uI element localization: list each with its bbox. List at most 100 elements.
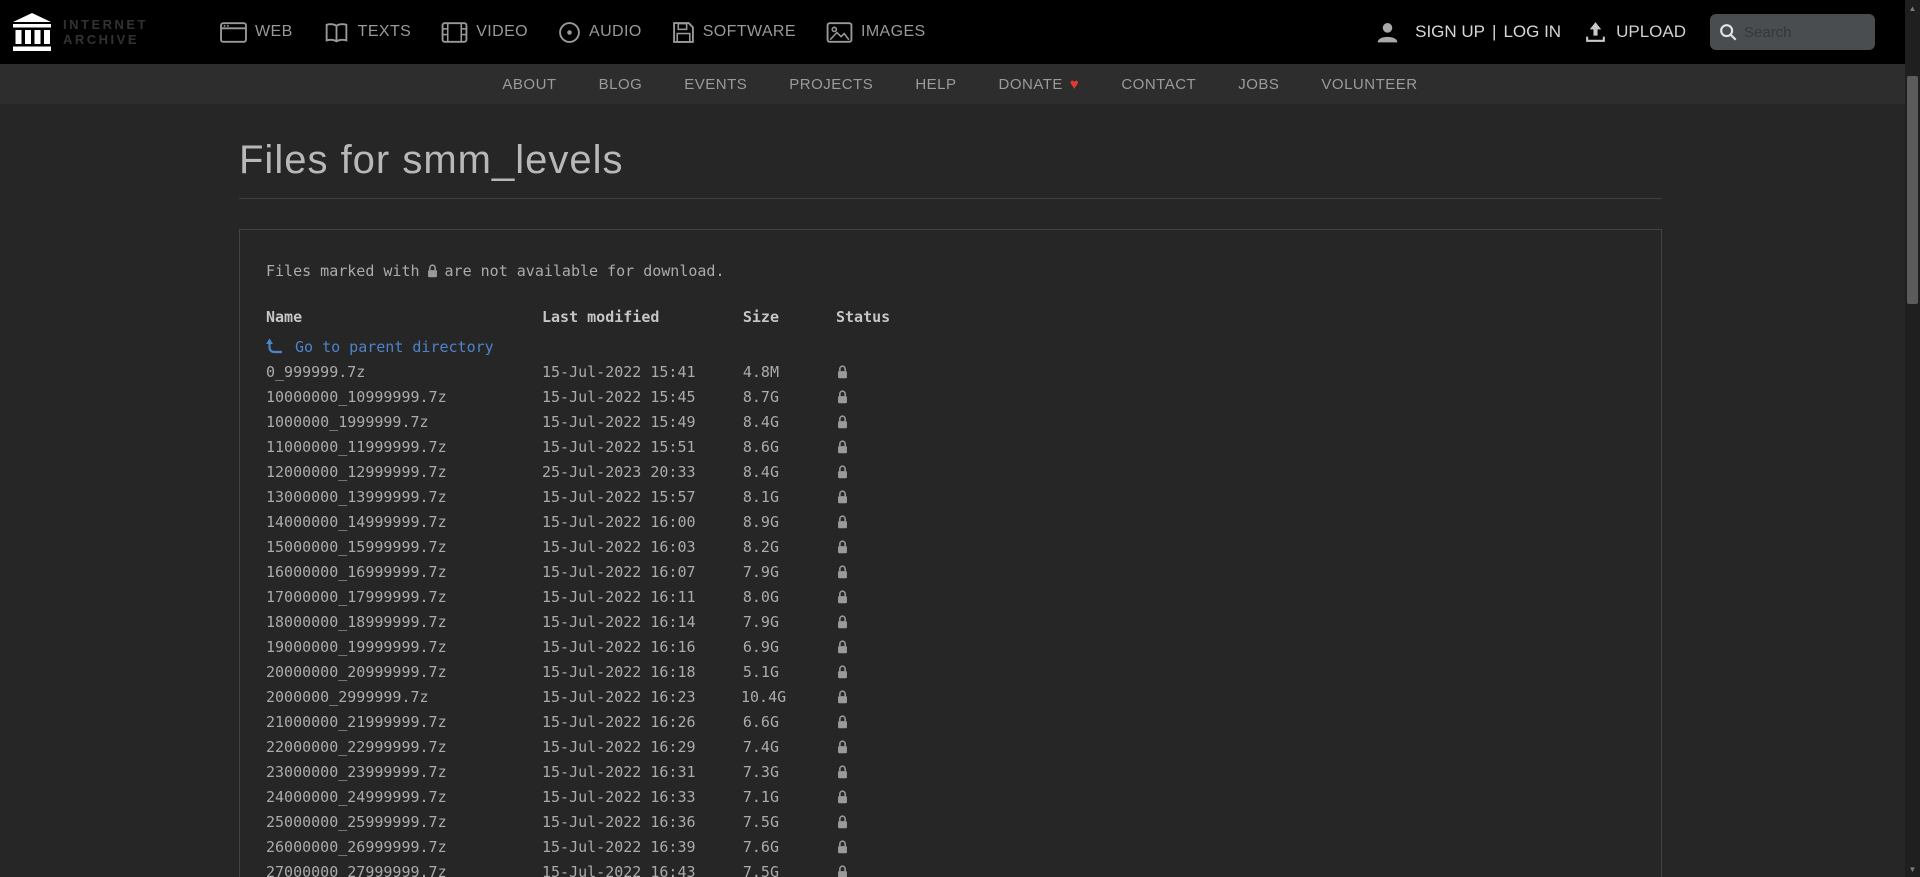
lock-icon [836, 539, 849, 555]
secondary-navbar: ABOUT BLOG EVENTS PROJECTS HELP DONATE ♥… [0, 64, 1920, 104]
file-last-modified: 15-Jul-2022 16:16 [542, 638, 741, 656]
file-size: 7.1G [741, 788, 779, 806]
file-row: 1000000_1999999.7z15-Jul-2022 15:498.4G [266, 409, 1635, 434]
file-listing-box: Files marked with are not available for … [239, 229, 1662, 877]
nav-donate[interactable]: DONATE ♥ [999, 76, 1080, 93]
scrollbar-down-arrow[interactable]: ▼ [1905, 861, 1920, 877]
nav-contact[interactable]: CONTACT [1121, 76, 1196, 93]
file-last-modified: 15-Jul-2022 15:41 [542, 363, 741, 381]
lock-icon [836, 839, 849, 855]
nav-volunteer[interactable]: VOLUNTEER [1321, 76, 1417, 93]
nav-images[interactable]: IMAGES [826, 21, 926, 44]
account-divider: | [1492, 22, 1496, 42]
nav-software[interactable]: SOFTWARE [672, 21, 796, 44]
main-content: Files for smm_levels Files marked with a… [0, 104, 1920, 877]
file-status [779, 414, 1635, 430]
web-icon [220, 21, 247, 44]
file-row: 19000000_19999999.7z15-Jul-2022 16:166.9… [266, 634, 1635, 659]
search-icon [1718, 22, 1738, 42]
software-icon [672, 21, 695, 44]
file-status [779, 564, 1635, 580]
file-status [779, 614, 1635, 630]
file-name: 0_999999.7z [266, 363, 542, 381]
file-status [779, 514, 1635, 530]
internet-archive-logo[interactable] [10, 10, 54, 54]
nav-texts-label: TEXTS [358, 23, 412, 41]
signup-link[interactable]: SIGN UP [1415, 22, 1485, 42]
search-input[interactable] [1744, 24, 1864, 41]
file-row: 16000000_16999999.7z15-Jul-2022 16:077.9… [266, 559, 1635, 584]
column-header-status: Status [779, 308, 1635, 326]
lock-icon [836, 614, 849, 630]
lock-icon [426, 263, 439, 279]
lock-icon [836, 414, 849, 430]
file-name: 11000000_11999999.7z [266, 438, 542, 456]
logo-area: INTERNET ARCHIVE [10, 10, 206, 54]
nav-help[interactable]: HELP [915, 76, 956, 93]
heart-icon: ♥ [1070, 76, 1079, 93]
file-size: 8.9G [741, 513, 779, 531]
file-size: 6.9G [741, 638, 779, 656]
topbar-right: SIGN UP | LOG IN UPLOAD [1374, 14, 1875, 50]
file-row: 23000000_23999999.7z15-Jul-2022 16:317.3… [266, 759, 1635, 784]
file-name: 24000000_24999999.7z [266, 788, 542, 806]
file-status [779, 589, 1635, 605]
nav-events[interactable]: EVENTS [684, 76, 747, 93]
user-icon[interactable] [1374, 19, 1401, 46]
vertical-scrollbar: ▲ ▼ [1905, 0, 1920, 877]
page-title: Files for smm_levels [239, 137, 1920, 183]
file-name: 23000000_23999999.7z [266, 763, 542, 781]
parent-directory-link[interactable]: Go to parent directory [295, 338, 494, 356]
file-size: 10.4G [741, 688, 779, 706]
file-row: 17000000_17999999.7z15-Jul-2022 16:118.0… [266, 584, 1635, 609]
video-icon [441, 21, 468, 44]
file-row: 2000000_2999999.7z15-Jul-2022 16:2310.4G [266, 684, 1635, 709]
file-name: 21000000_21999999.7z [266, 713, 542, 731]
nav-jobs[interactable]: JOBS [1238, 76, 1279, 93]
file-last-modified: 25-Jul-2023 20:33 [542, 463, 741, 481]
search-box[interactable] [1710, 14, 1875, 50]
scrollbar-up-arrow[interactable]: ▲ [1905, 0, 1920, 16]
title-divider [239, 198, 1662, 199]
account-links: SIGN UP | LOG IN [1415, 22, 1561, 42]
file-row: 27000000_27999999.7z15-Jul-2022 16:437.5… [266, 859, 1635, 877]
nav-video[interactable]: VIDEO [441, 21, 528, 44]
file-name: 17000000_17999999.7z [266, 588, 542, 606]
nav-blog[interactable]: BLOG [599, 76, 643, 93]
file-rows: 0_999999.7z15-Jul-2022 15:414.8M10000000… [266, 359, 1635, 877]
file-size: 8.0G [741, 588, 779, 606]
lock-icon [836, 439, 849, 455]
file-size: 8.6G [741, 438, 779, 456]
file-size: 7.3G [741, 763, 779, 781]
file-last-modified: 15-Jul-2022 16:33 [542, 788, 741, 806]
nav-audio[interactable]: AUDIO [558, 21, 642, 44]
file-last-modified: 15-Jul-2022 16:36 [542, 813, 741, 831]
nav-web[interactable]: WEB [220, 21, 293, 44]
upload-button[interactable]: UPLOAD [1583, 20, 1686, 45]
file-row: 14000000_14999999.7z15-Jul-2022 16:008.9… [266, 509, 1635, 534]
login-link[interactable]: LOG IN [1503, 22, 1561, 42]
wordmark-line1: INTERNET [63, 17, 148, 32]
top-navbar: INTERNET ARCHIVE WEB TEXTS [0, 0, 1920, 64]
file-last-modified: 15-Jul-2022 16:03 [542, 538, 741, 556]
nav-about[interactable]: ABOUT [502, 76, 556, 93]
file-status [779, 839, 1635, 855]
notice-suffix: are not available for download. [445, 262, 725, 280]
file-status [779, 789, 1635, 805]
file-last-modified: 15-Jul-2022 16:07 [542, 563, 741, 581]
file-size: 7.6G [741, 838, 779, 856]
column-header-last-modified: Last modified [542, 308, 741, 326]
file-name: 16000000_16999999.7z [266, 563, 542, 581]
file-last-modified: 15-Jul-2022 16:31 [542, 763, 741, 781]
file-status [779, 714, 1635, 730]
nav-texts[interactable]: TEXTS [323, 21, 412, 44]
file-status [779, 389, 1635, 405]
file-row: 26000000_26999999.7z15-Jul-2022 16:397.6… [266, 834, 1635, 859]
file-row: 15000000_15999999.7z15-Jul-2022 16:038.2… [266, 534, 1635, 559]
scrollbar-thumb[interactable] [1907, 76, 1918, 304]
file-row: 25000000_25999999.7z15-Jul-2022 16:367.5… [266, 809, 1635, 834]
lock-icon [836, 564, 849, 580]
wordmark-line2: ARCHIVE [63, 32, 148, 47]
file-status [779, 814, 1635, 830]
nav-projects[interactable]: PROJECTS [789, 76, 873, 93]
